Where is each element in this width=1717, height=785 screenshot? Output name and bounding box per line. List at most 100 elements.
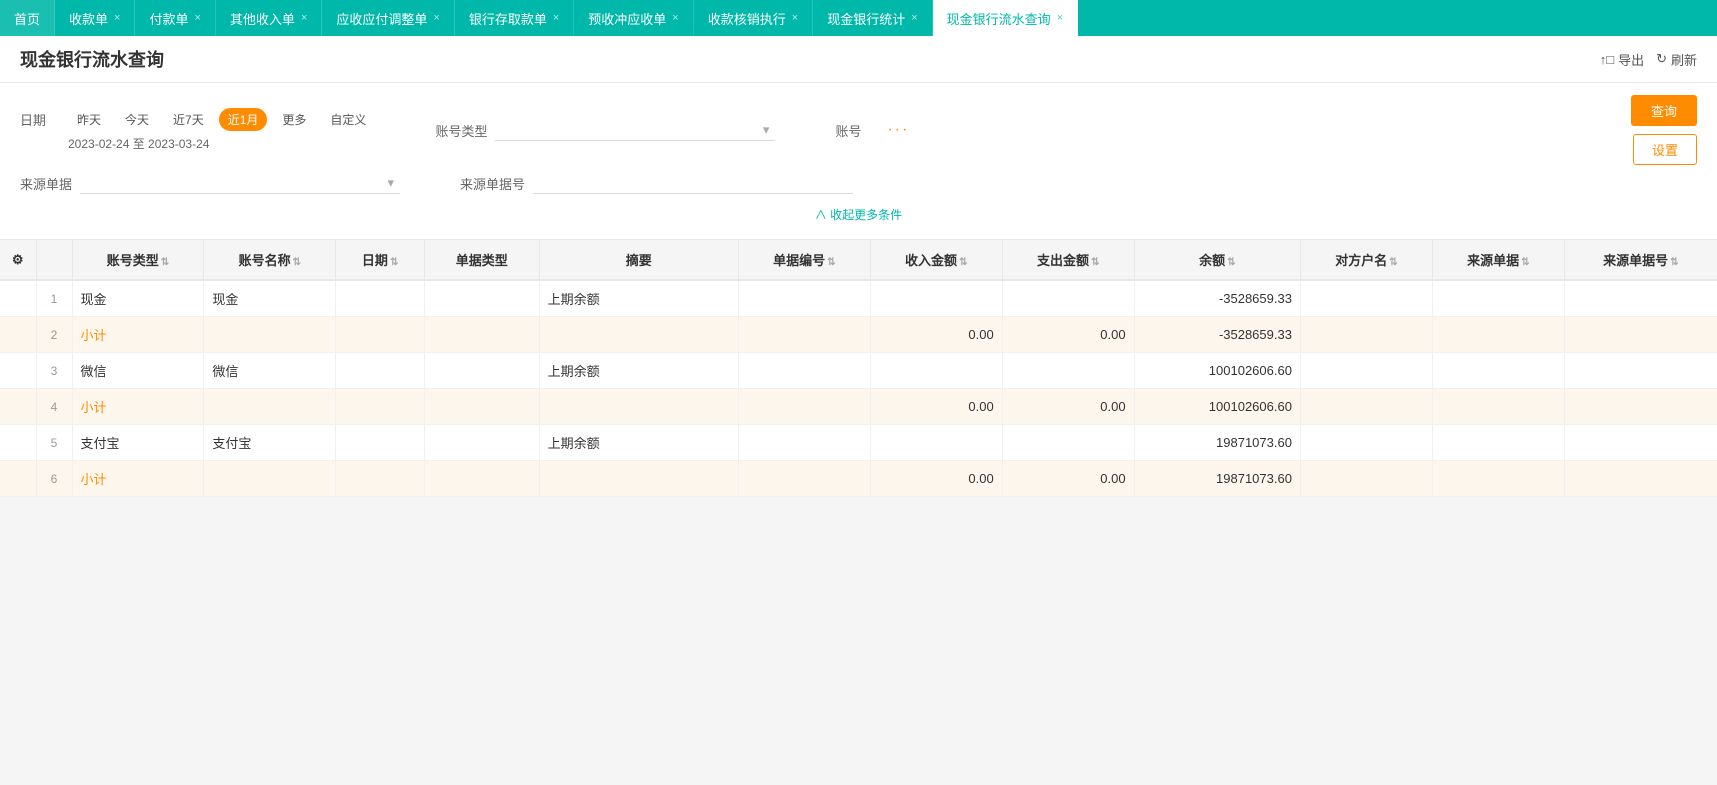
source-doc-select[interactable]: ▾ [80,173,400,194]
row-income: 0.00 [870,461,1002,497]
nav-item-verification[interactable]: 收款核销执行 × [694,0,813,36]
row-date [336,317,425,353]
column-date[interactable]: 日期⇅ [336,240,425,280]
row-seq: 3 [36,353,72,389]
query-button[interactable]: 查询 [1631,95,1697,126]
row-seq: 5 [36,425,72,461]
column-income[interactable]: 收入金额⇅ [870,240,1002,280]
top-nav: 首页 收款单 × 付款单 × 其他收入单 × 应收应付调整单 × 银行存取款单 … [0,0,1717,36]
close-adjust-icon[interactable]: × [433,12,439,24]
row-account-name [204,389,336,425]
nav-item-cash-flow[interactable]: 现金银行流水查询 × [933,0,1078,36]
row-account-type: 现金 [72,280,204,317]
column-seq [36,240,72,280]
account-more-btn[interactable]: ··· [883,121,913,139]
column-account-type[interactable]: 账号类型⇅ [72,240,204,280]
date-btn-custom[interactable]: 自定义 [321,108,375,131]
table-row: 4小计0.000.00100102606.60 [0,389,1717,425]
close-cash-flow-icon[interactable]: × [1057,12,1063,24]
column-expense[interactable]: 支出金额⇅ [1002,240,1134,280]
nav-item-adjust[interactable]: 应收应付调整单 × [322,0,454,36]
close-other-income-icon[interactable]: × [301,12,307,24]
table-row: 3微信微信上期余额100102606.60 [0,353,1717,389]
column-source-doc[interactable]: 来源单据⇅ [1432,240,1564,280]
row-balance: 100102606.60 [1134,353,1300,389]
row-expense: 0.00 [1002,317,1134,353]
table-header-row: ⚙ 账号类型⇅ 账号名称⇅ 日期⇅ 单据类型 摘要 单据编号⇅ 收入金额⇅ 支出… [0,240,1717,280]
row-doc-type [424,461,539,497]
column-balance[interactable]: 余额⇅ [1134,240,1300,280]
account-type-dropdown-icon: ▾ [763,122,770,138]
export-button[interactable]: ↑□ 导出 [1600,50,1644,69]
nav-item-home[interactable]: 首页 [0,0,55,36]
row-expense: 0.00 [1002,461,1134,497]
row-account-type: 小计 [72,389,204,425]
row-date [336,461,425,497]
row-account-type: 支付宝 [72,425,204,461]
date-filter-group: 日期 昨天 今天 近7天 近1月 更多 自定义 2023-02-24 至 202… [20,108,375,152]
row-doc-type [424,389,539,425]
date-range-display: 2023-02-24 至 2023-03-24 [68,137,209,151]
row-counterparty [1300,317,1432,353]
settings-button[interactable]: 设置 [1633,134,1697,165]
column-source-doc-num[interactable]: 来源单据号⇅ [1564,240,1717,280]
close-verification-icon[interactable]: × [792,12,798,24]
date-btn-more[interactable]: 更多 [273,108,315,131]
account-type-select[interactable]: ▾ [495,120,775,141]
nav-item-payment[interactable]: 付款单 × [135,0,215,36]
export-icon: ↑□ [1600,52,1614,67]
row-date [336,389,425,425]
refresh-button[interactable]: ↻ 刷新 [1656,50,1697,69]
close-prepay-icon[interactable]: × [672,12,678,24]
nav-item-prepay[interactable]: 预收冲应收单 × [574,0,693,36]
close-bank-deposit-icon[interactable]: × [553,12,559,24]
row-gear-cell [0,353,36,389]
account-type-filter-group: 账号类型 ▾ [435,120,775,141]
row-account-name [204,461,336,497]
close-cash-stats-icon[interactable]: × [911,12,917,24]
row-summary [539,461,738,497]
page-title: 现金银行流水查询 [20,46,164,72]
date-btn-yesterday[interactable]: 昨天 [68,108,110,131]
column-summary: 摘要 [539,240,738,280]
collapse-up-icon: ∧ [815,208,830,222]
source-doc-label: 来源单据 [20,174,72,193]
nav-item-receipt[interactable]: 收款单 × [55,0,135,36]
row-expense [1002,353,1134,389]
collapse-bar[interactable]: ∧ 收起更多条件 [20,202,1697,231]
row-gear-cell [0,461,36,497]
date-btn-7days[interactable]: 近7天 [164,108,213,131]
row-seq: 6 [36,461,72,497]
row-gear-cell [0,280,36,317]
table-container: ⚙ 账号类型⇅ 账号名称⇅ 日期⇅ 单据类型 摘要 单据编号⇅ 收入金额⇅ 支出… [0,240,1717,497]
row-source-doc-num [1564,353,1717,389]
row-balance: -3528659.33 [1134,280,1300,317]
table-row: 2小计0.000.00-3528659.33 [0,317,1717,353]
row-summary: 上期余额 [539,280,738,317]
row-source-doc [1432,317,1564,353]
row-source-doc [1432,280,1564,317]
nav-item-other-income[interactable]: 其他收入单 × [216,0,322,36]
table-row: 1现金现金上期余额-3528659.33 [0,280,1717,317]
column-counterparty[interactable]: 对方户名⇅ [1300,240,1432,280]
close-receipt-icon[interactable]: × [114,12,120,24]
row-expense [1002,280,1134,317]
column-gear[interactable]: ⚙ [0,240,36,280]
account-label: 账号 [835,121,875,140]
column-account-name[interactable]: 账号名称⇅ [204,240,336,280]
date-btn-1month[interactable]: 近1月 [219,108,268,131]
row-summary [539,317,738,353]
row-counterparty [1300,425,1432,461]
close-payment-icon[interactable]: × [194,12,200,24]
date-btn-today[interactable]: 今天 [116,108,158,131]
nav-item-bank-deposit[interactable]: 银行存取款单 × [455,0,574,36]
row-doc-num [738,389,870,425]
nav-item-cash-stats[interactable]: 现金银行统计 × [813,0,932,36]
row-account-type: 小计 [72,317,204,353]
column-doc-num[interactable]: 单据编号⇅ [738,240,870,280]
source-doc-num-label: 来源单据号 [460,174,525,193]
row-source-doc [1432,389,1564,425]
row-date [336,425,425,461]
row-doc-num [738,353,870,389]
source-doc-num-input[interactable] [533,174,853,194]
